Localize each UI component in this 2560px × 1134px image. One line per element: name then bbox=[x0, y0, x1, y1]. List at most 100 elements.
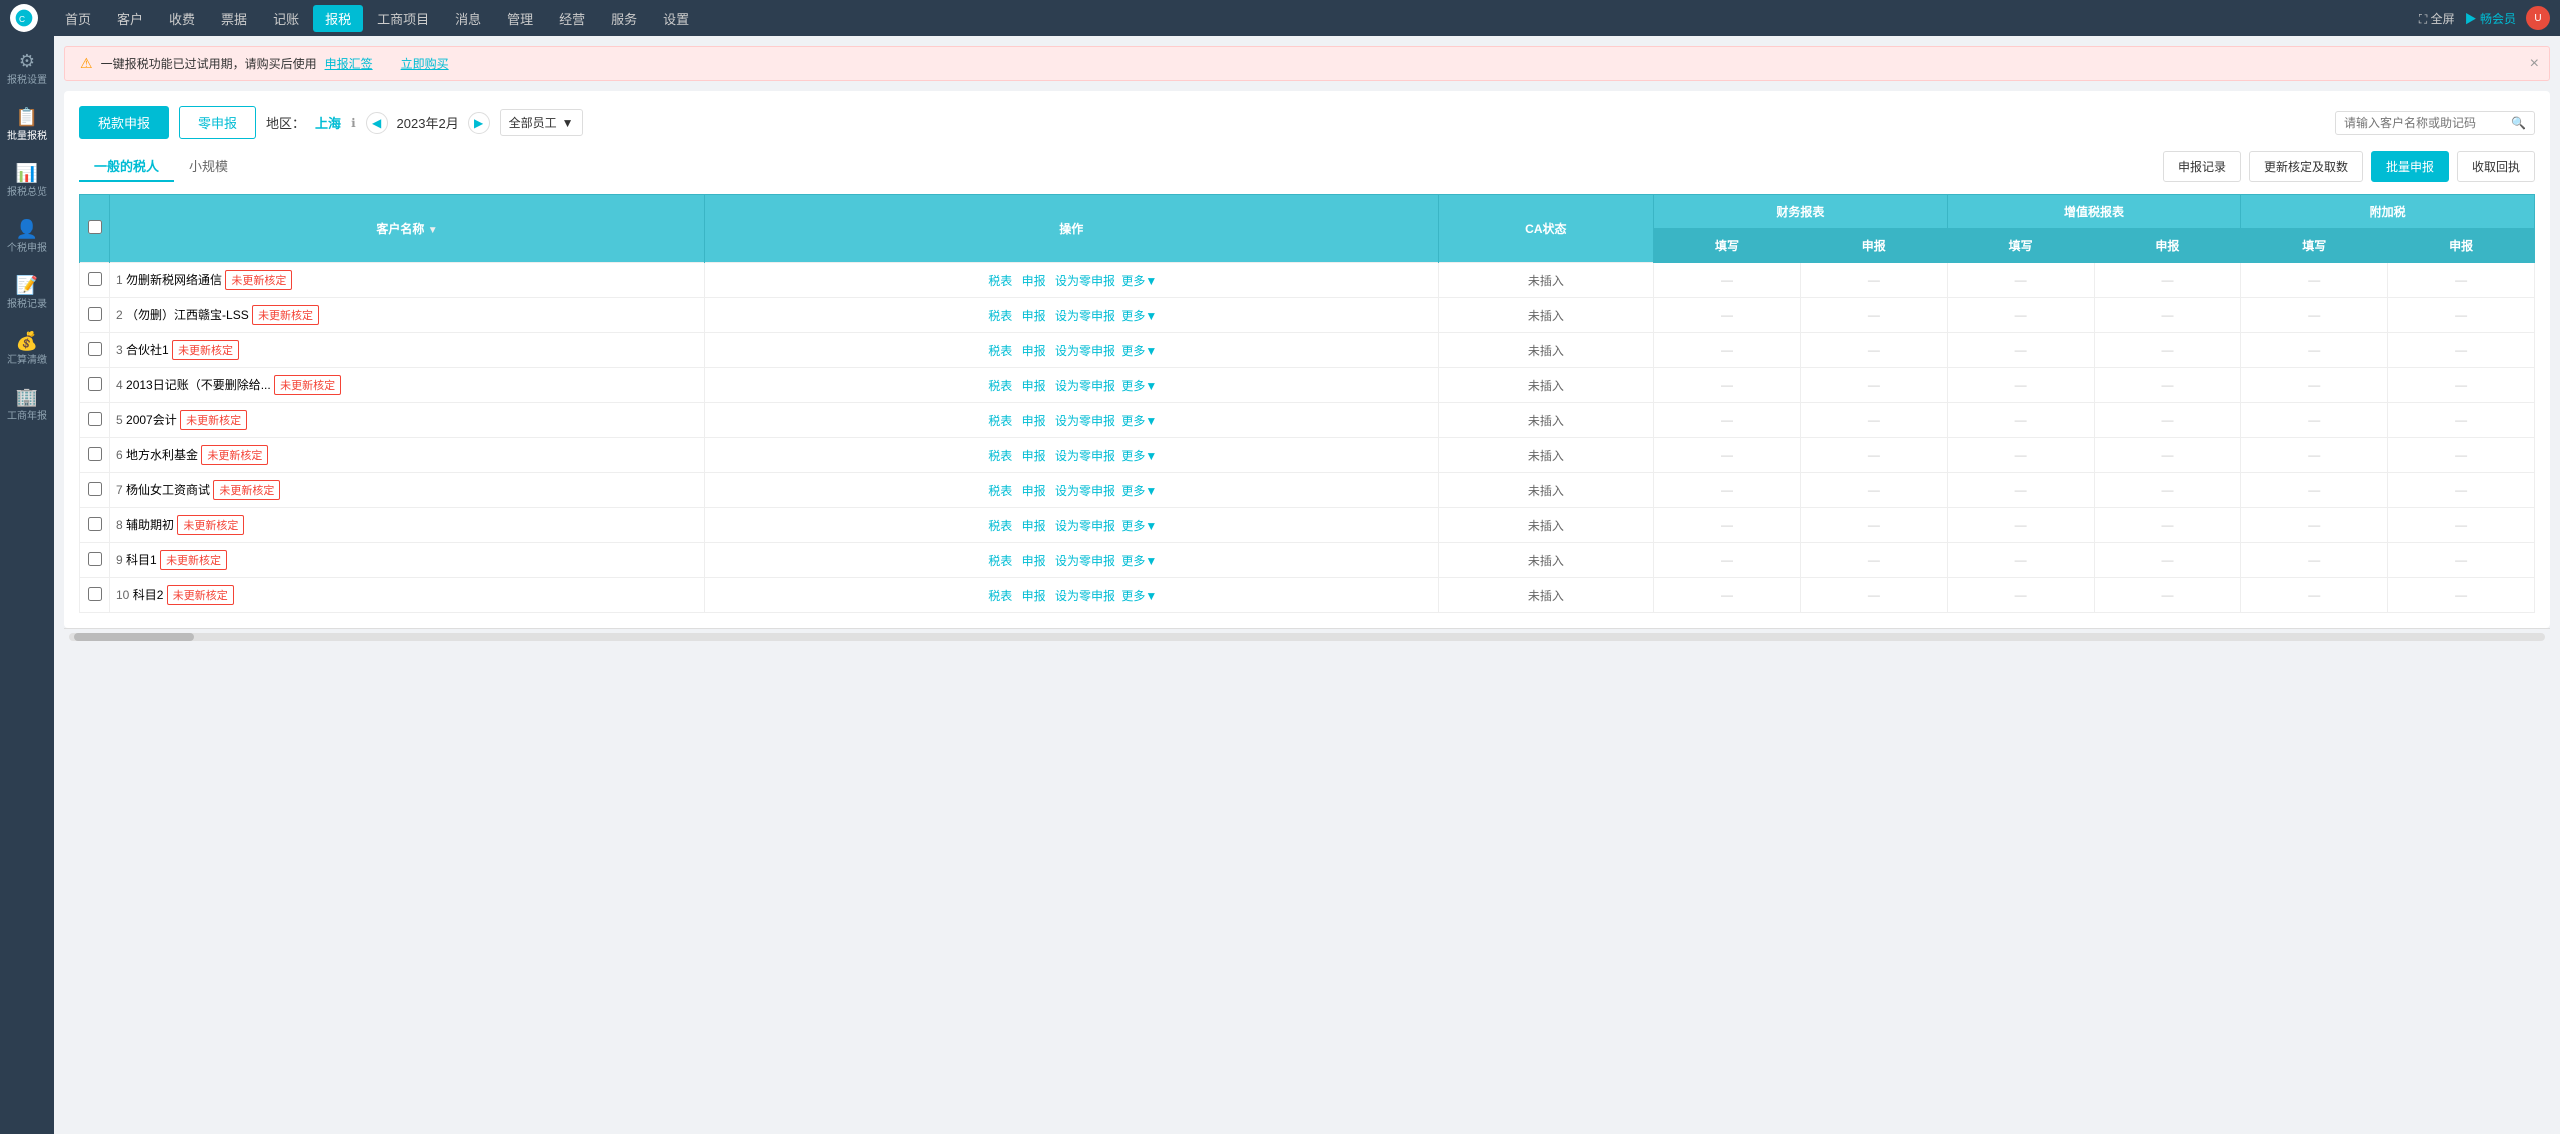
update-confirm-btn[interactable]: 更新核定及取数 bbox=[2249, 151, 2363, 182]
row-op3[interactable]: 设为零申报 bbox=[1055, 589, 1115, 603]
row-op3[interactable]: 设为零申报 bbox=[1055, 274, 1115, 288]
tab-small-scale[interactable]: 小规模 bbox=[174, 151, 243, 182]
row-op3[interactable]: 设为零申报 bbox=[1055, 519, 1115, 533]
row-checkbox-4[interactable] bbox=[88, 412, 102, 426]
row-op4[interactable]: 更多▼ bbox=[1121, 344, 1157, 358]
row-op4[interactable]: 更多▼ bbox=[1121, 414, 1157, 428]
row-op1[interactable]: 税表 bbox=[988, 414, 1012, 428]
search-icon[interactable]: 🔍 bbox=[2511, 116, 2526, 130]
name-filter-icon[interactable]: ▼ bbox=[428, 225, 438, 236]
nav-home[interactable]: 首页 bbox=[53, 5, 103, 32]
sidebar-item-annual-settlement[interactable]: 💰 汇算清缴 bbox=[0, 321, 54, 377]
row-f5: — bbox=[2241, 333, 2388, 368]
row-checkbox-9[interactable] bbox=[88, 587, 102, 601]
row-op2[interactable]: 申报 bbox=[1022, 414, 1046, 428]
sidebar-item-tax-overview[interactable]: 📊 报税总览 bbox=[0, 153, 54, 209]
row-op1[interactable]: 税表 bbox=[988, 309, 1012, 323]
row-op1[interactable]: 税表 bbox=[988, 484, 1012, 498]
row-op3[interactable]: 设为零申报 bbox=[1055, 449, 1115, 463]
row-f3: — bbox=[1947, 263, 2094, 298]
row-op2[interactable]: 申报 bbox=[1022, 274, 1046, 288]
row-op1[interactable]: 税表 bbox=[988, 519, 1012, 533]
row-checkbox-1[interactable] bbox=[88, 307, 102, 321]
search-input[interactable] bbox=[2344, 116, 2506, 130]
row-checkbox-3[interactable] bbox=[88, 377, 102, 391]
row-ca-cell: 未插入 bbox=[1438, 298, 1654, 333]
info-icon[interactable]: ℹ bbox=[351, 116, 356, 130]
row-op2[interactable]: 申报 bbox=[1022, 589, 1046, 603]
row-op1[interactable]: 税表 bbox=[988, 589, 1012, 603]
row-op2[interactable]: 申报 bbox=[1022, 309, 1046, 323]
row-op4[interactable]: 更多▼ bbox=[1121, 309, 1157, 323]
th-name: 客户名称 ▼ bbox=[110, 195, 705, 263]
nav-business[interactable]: 工商项目 bbox=[365, 5, 441, 32]
tab-zero-declare[interactable]: 零申报 bbox=[179, 106, 256, 139]
row-op4[interactable]: 更多▼ bbox=[1121, 519, 1157, 533]
row-f2: — bbox=[1800, 508, 1947, 543]
collect-receipt-btn[interactable]: 收取回执 bbox=[2457, 151, 2535, 182]
nav-invoice[interactable]: 票据 bbox=[209, 5, 259, 32]
select-all-checkbox[interactable] bbox=[88, 220, 102, 234]
member-btn[interactable]: ▶ 畅会员 bbox=[2465, 10, 2516, 27]
row-op2[interactable]: 申报 bbox=[1022, 519, 1046, 533]
th-ca: CA状态 bbox=[1438, 195, 1654, 263]
row-op3[interactable]: 设为零申报 bbox=[1055, 309, 1115, 323]
nav-message[interactable]: 消息 bbox=[443, 5, 493, 32]
tab-general-taxpayer[interactable]: 一般的税人 bbox=[79, 151, 174, 182]
nav-tax[interactable]: 报税 bbox=[313, 5, 363, 32]
row-op3[interactable]: 设为零申报 bbox=[1055, 414, 1115, 428]
row-name-cell: 1 勿删新税网络通信 未更新核定 bbox=[110, 263, 705, 298]
row-op4[interactable]: 更多▼ bbox=[1121, 484, 1157, 498]
row-op2[interactable]: 申报 bbox=[1022, 379, 1046, 393]
nav-service[interactable]: 服务 bbox=[599, 5, 649, 32]
row-op1[interactable]: 税表 bbox=[988, 449, 1012, 463]
notice-link-report[interactable]: 申报汇签 bbox=[325, 55, 373, 72]
row-op1[interactable]: 税表 bbox=[988, 344, 1012, 358]
row-op1[interactable]: 税表 bbox=[988, 379, 1012, 393]
row-checkbox-5[interactable] bbox=[88, 447, 102, 461]
sidebar-item-batch-tax[interactable]: 📋 批量报税 bbox=[0, 97, 54, 153]
row-op1[interactable]: 税表 bbox=[988, 274, 1012, 288]
row-op4[interactable]: 更多▼ bbox=[1121, 554, 1157, 568]
row-op3[interactable]: 设为零申报 bbox=[1055, 554, 1115, 568]
nav-operation[interactable]: 经营 bbox=[547, 5, 597, 32]
sidebar-item-tax-settings[interactable]: ⚙ 报税设置 bbox=[0, 41, 54, 97]
sidebar-item-tax-records[interactable]: 📝 报税记录 bbox=[0, 265, 54, 321]
row-op4[interactable]: 更多▼ bbox=[1121, 379, 1157, 393]
date-next-btn[interactable]: ▶ bbox=[468, 112, 490, 134]
nav-accounting[interactable]: 记账 bbox=[261, 5, 311, 32]
nav-customer[interactable]: 客户 bbox=[105, 5, 155, 32]
row-op2[interactable]: 申报 bbox=[1022, 344, 1046, 358]
batch-declare-btn[interactable]: 批量申报 bbox=[2371, 151, 2449, 182]
row-op4[interactable]: 更多▼ bbox=[1121, 589, 1157, 603]
row-op2[interactable]: 申报 bbox=[1022, 449, 1046, 463]
row-op1[interactable]: 税表 bbox=[988, 554, 1012, 568]
row-checkbox-8[interactable] bbox=[88, 552, 102, 566]
row-checkbox-2[interactable] bbox=[88, 342, 102, 356]
avatar[interactable]: U bbox=[2526, 6, 2550, 30]
row-op3[interactable]: 设为零申报 bbox=[1055, 344, 1115, 358]
date-prev-btn[interactable]: ◀ bbox=[366, 112, 388, 134]
row-checkbox-7[interactable] bbox=[88, 517, 102, 531]
nav-settings[interactable]: 设置 bbox=[651, 5, 701, 32]
row-op3[interactable]: 设为零申报 bbox=[1055, 484, 1115, 498]
notice-link-buy[interactable]: 立即购买 bbox=[401, 55, 449, 72]
row-op2[interactable]: 申报 bbox=[1022, 484, 1046, 498]
sidebar-item-personal-tax[interactable]: 👤 个税申报 bbox=[0, 209, 54, 265]
row-op2[interactable]: 申报 bbox=[1022, 554, 1046, 568]
sidebar-item-annual-report[interactable]: 🏢 工商年报 bbox=[0, 377, 54, 433]
declare-record-btn[interactable]: 申报记录 bbox=[2163, 151, 2241, 182]
row-f5: — bbox=[2241, 473, 2388, 508]
dept-select[interactable]: 全部员工 ▼ bbox=[500, 109, 583, 136]
tax-records-icon: 📝 bbox=[16, 275, 38, 296]
row-op4[interactable]: 更多▼ bbox=[1121, 449, 1157, 463]
row-checkbox-0[interactable] bbox=[88, 272, 102, 286]
row-op4[interactable]: 更多▼ bbox=[1121, 274, 1157, 288]
fullscreen-btn[interactable]: ⛶ 全屏 bbox=[2419, 10, 2455, 27]
row-op3[interactable]: 设为零申报 bbox=[1055, 379, 1115, 393]
tab-tax-declare[interactable]: 税款申报 bbox=[79, 106, 169, 139]
notice-close-btn[interactable]: × bbox=[2530, 55, 2539, 73]
row-checkbox-6[interactable] bbox=[88, 482, 102, 496]
nav-fee[interactable]: 收费 bbox=[157, 5, 207, 32]
nav-manage[interactable]: 管理 bbox=[495, 5, 545, 32]
